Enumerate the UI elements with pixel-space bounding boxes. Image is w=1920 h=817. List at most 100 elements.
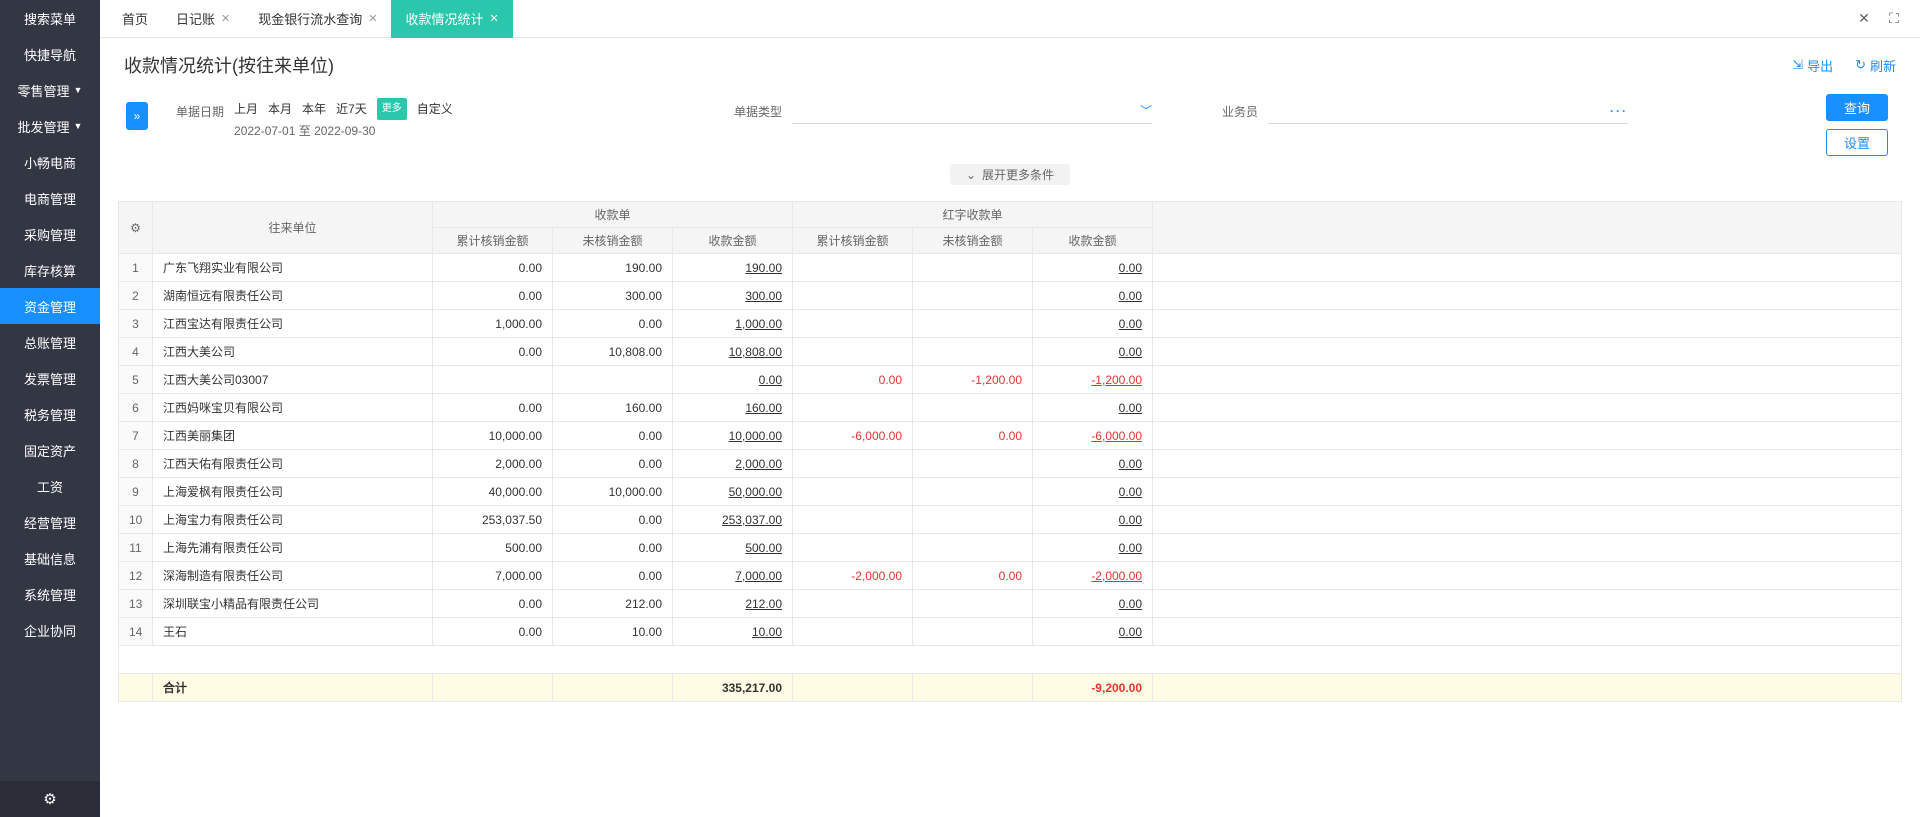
cell-d-cum bbox=[793, 506, 913, 534]
cell-r-amt[interactable]: 500.00 bbox=[673, 534, 793, 562]
sidebar-item-2[interactable]: 零售管理▼ bbox=[0, 72, 100, 108]
sidebar-item-12[interactable]: 固定资产 bbox=[0, 432, 100, 468]
col-d-unw: 未核销金额 bbox=[913, 228, 1033, 254]
sidebar-item-0[interactable]: 搜索菜单 bbox=[0, 0, 100, 36]
cell-r-amt[interactable]: 0.00 bbox=[673, 366, 793, 394]
cell-r-amt[interactable]: 1,000.00 bbox=[673, 310, 793, 338]
cell-d-amt[interactable]: 0.00 bbox=[1033, 450, 1153, 478]
cell-blank bbox=[1153, 590, 1902, 618]
query-button[interactable]: 查询 bbox=[1826, 94, 1888, 121]
table-row[interactable]: 10上海宝力有限责任公司253,037.500.00253,037.000.00 bbox=[119, 506, 1902, 534]
preset-last-7[interactable]: 近7天 bbox=[336, 99, 367, 119]
row-index: 6 bbox=[119, 394, 153, 422]
cell-d-amt[interactable]: 0.00 bbox=[1033, 478, 1153, 506]
cell-r-amt[interactable]: 190.00 bbox=[673, 254, 793, 282]
preset-more[interactable]: 更多 bbox=[377, 98, 407, 120]
sidebar-item-15[interactable]: 基础信息 bbox=[0, 540, 100, 576]
tab-1[interactable]: 日记账✕ bbox=[162, 0, 244, 38]
bill-type-select[interactable]: ﹀ bbox=[792, 98, 1152, 124]
close-icon[interactable]: ✕ bbox=[368, 12, 377, 25]
export-button[interactable]: ⇲导出 bbox=[1792, 56, 1833, 75]
sidebar-item-7[interactable]: 库存核算 bbox=[0, 252, 100, 288]
cell-d-amt[interactable]: -6,000.00 bbox=[1033, 422, 1153, 450]
grid-settings-icon[interactable]: ⚙ bbox=[119, 202, 153, 254]
close-icon[interactable]: ✕ bbox=[490, 12, 499, 25]
preset-this-year[interactable]: 本年 bbox=[302, 99, 326, 119]
refresh-button[interactable]: ↻刷新 bbox=[1855, 56, 1896, 75]
cell-r-amt[interactable]: 2,000.00 bbox=[673, 450, 793, 478]
row-index: 14 bbox=[119, 618, 153, 646]
sidebar-item-9[interactable]: 总账管理 bbox=[0, 324, 100, 360]
tab-0[interactable]: 首页 bbox=[108, 0, 162, 38]
expand-filters-button[interactable]: ⌄展开更多条件 bbox=[950, 164, 1070, 185]
table-row[interactable]: 14王石0.0010.0010.000.00 bbox=[119, 618, 1902, 646]
table-row[interactable]: 12深海制造有限责任公司7,000.000.007,000.00-2,000.0… bbox=[119, 562, 1902, 590]
settings-button[interactable]: 设置 bbox=[1826, 129, 1888, 156]
cell-r-amt[interactable]: 10,808.00 bbox=[673, 338, 793, 366]
cell-r-amt[interactable]: 160.00 bbox=[673, 394, 793, 422]
table-row[interactable]: 9上海爱枫有限责任公司40,000.0010,000.0050,000.000.… bbox=[119, 478, 1902, 506]
cell-d-cum bbox=[793, 394, 913, 422]
table-row[interactable]: 8江西天佑有限责任公司2,000.000.002,000.000.00 bbox=[119, 450, 1902, 478]
table-row[interactable]: 1广东飞翔实业有限公司0.00190.00190.000.00 bbox=[119, 254, 1902, 282]
chevron-double-down-icon: ⌄ bbox=[966, 168, 976, 182]
preset-custom[interactable]: 自定义 bbox=[417, 99, 453, 119]
tab-3[interactable]: 收款情况统计✕ bbox=[391, 0, 512, 38]
cell-party: 江西美丽集团 bbox=[153, 422, 433, 450]
cell-d-amt[interactable]: 0.00 bbox=[1033, 618, 1153, 646]
cell-d-cum bbox=[793, 590, 913, 618]
fullscreen-icon[interactable]: ⛶ bbox=[1884, 9, 1904, 29]
sidebar-item-8[interactable]: 资金管理 bbox=[0, 288, 100, 324]
cell-d-amt[interactable]: 0.00 bbox=[1033, 338, 1153, 366]
sidebar-item-17[interactable]: 企业协同 bbox=[0, 612, 100, 648]
table-row[interactable]: 6江西妈咪宝贝有限公司0.00160.00160.000.00 bbox=[119, 394, 1902, 422]
cell-r-amt[interactable]: 50,000.00 bbox=[673, 478, 793, 506]
sidebar-settings[interactable]: ⚙ bbox=[0, 781, 100, 817]
cell-r-amt[interactable]: 7,000.00 bbox=[673, 562, 793, 590]
cell-d-amt[interactable]: 0.00 bbox=[1033, 590, 1153, 618]
cell-r-amt[interactable]: 253,037.00 bbox=[673, 506, 793, 534]
table-row[interactable]: 11上海先浦有限责任公司500.000.00500.000.00 bbox=[119, 534, 1902, 562]
sidebar-item-5[interactable]: 电商管理 bbox=[0, 180, 100, 216]
salesperson-picker[interactable]: ··· bbox=[1268, 98, 1628, 124]
tab-2[interactable]: 现金银行流水查询✕ bbox=[244, 0, 391, 38]
table-row[interactable]: 5江西大美公司030070.000.00-1,200.00-1,200.00 bbox=[119, 366, 1902, 394]
preset-last-month[interactable]: 上月 bbox=[234, 99, 258, 119]
sidebar-item-3[interactable]: 批发管理▼ bbox=[0, 108, 100, 144]
cell-d-amt[interactable]: -2,000.00 bbox=[1033, 562, 1153, 590]
cell-d-amt[interactable]: 0.00 bbox=[1033, 506, 1153, 534]
sidebar-item-4[interactable]: 小畅电商 bbox=[0, 144, 100, 180]
cell-d-amt[interactable]: 0.00 bbox=[1033, 310, 1153, 338]
preset-this-month[interactable]: 本月 bbox=[268, 99, 292, 119]
cell-r-amt[interactable]: 10.00 bbox=[673, 618, 793, 646]
cell-d-amt[interactable]: 0.00 bbox=[1033, 282, 1153, 310]
table-row[interactable]: 4江西大美公司0.0010,808.0010,808.000.00 bbox=[119, 338, 1902, 366]
sidebar-item-16[interactable]: 系统管理 bbox=[0, 576, 100, 612]
cell-party: 上海爱枫有限责任公司 bbox=[153, 478, 433, 506]
col-d-amt: 收款金额 bbox=[1033, 228, 1153, 254]
table-row[interactable]: 2湖南恒远有限责任公司0.00300.00300.000.00 bbox=[119, 282, 1902, 310]
table-row[interactable]: 3江西宝达有限责任公司1,000.000.001,000.000.00 bbox=[119, 310, 1902, 338]
sidebar-item-13[interactable]: 工资 bbox=[0, 468, 100, 504]
sidebar-item-1[interactable]: 快捷导航 bbox=[0, 36, 100, 72]
cell-d-amt[interactable]: 0.00 bbox=[1033, 394, 1153, 422]
sidebar-item-14[interactable]: 经营管理 bbox=[0, 504, 100, 540]
close-icon[interactable]: ✕ bbox=[221, 12, 230, 25]
cell-party: 深海制造有限责任公司 bbox=[153, 562, 433, 590]
cell-d-cum bbox=[793, 618, 913, 646]
collapse-filters-button[interactable]: » bbox=[126, 102, 148, 130]
cell-d-amt[interactable]: 0.00 bbox=[1033, 254, 1153, 282]
cell-party: 江西天佑有限责任公司 bbox=[153, 450, 433, 478]
sidebar-item-11[interactable]: 税务管理 bbox=[0, 396, 100, 432]
sidebar-item-10[interactable]: 发票管理 bbox=[0, 360, 100, 396]
cell-r-amt[interactable]: 300.00 bbox=[673, 282, 793, 310]
row-index: 12 bbox=[119, 562, 153, 590]
close-icon[interactable]: ✕ bbox=[1854, 9, 1874, 29]
cell-r-amt[interactable]: 10,000.00 bbox=[673, 422, 793, 450]
cell-d-amt[interactable]: -1,200.00 bbox=[1033, 366, 1153, 394]
cell-d-amt[interactable]: 0.00 bbox=[1033, 534, 1153, 562]
cell-r-amt[interactable]: 212.00 bbox=[673, 590, 793, 618]
table-row[interactable]: 13深圳联宝小精品有限责任公司0.00212.00212.000.00 bbox=[119, 590, 1902, 618]
sidebar-item-6[interactable]: 采购管理 bbox=[0, 216, 100, 252]
table-row[interactable]: 7江西美丽集团10,000.000.0010,000.00-6,000.000.… bbox=[119, 422, 1902, 450]
